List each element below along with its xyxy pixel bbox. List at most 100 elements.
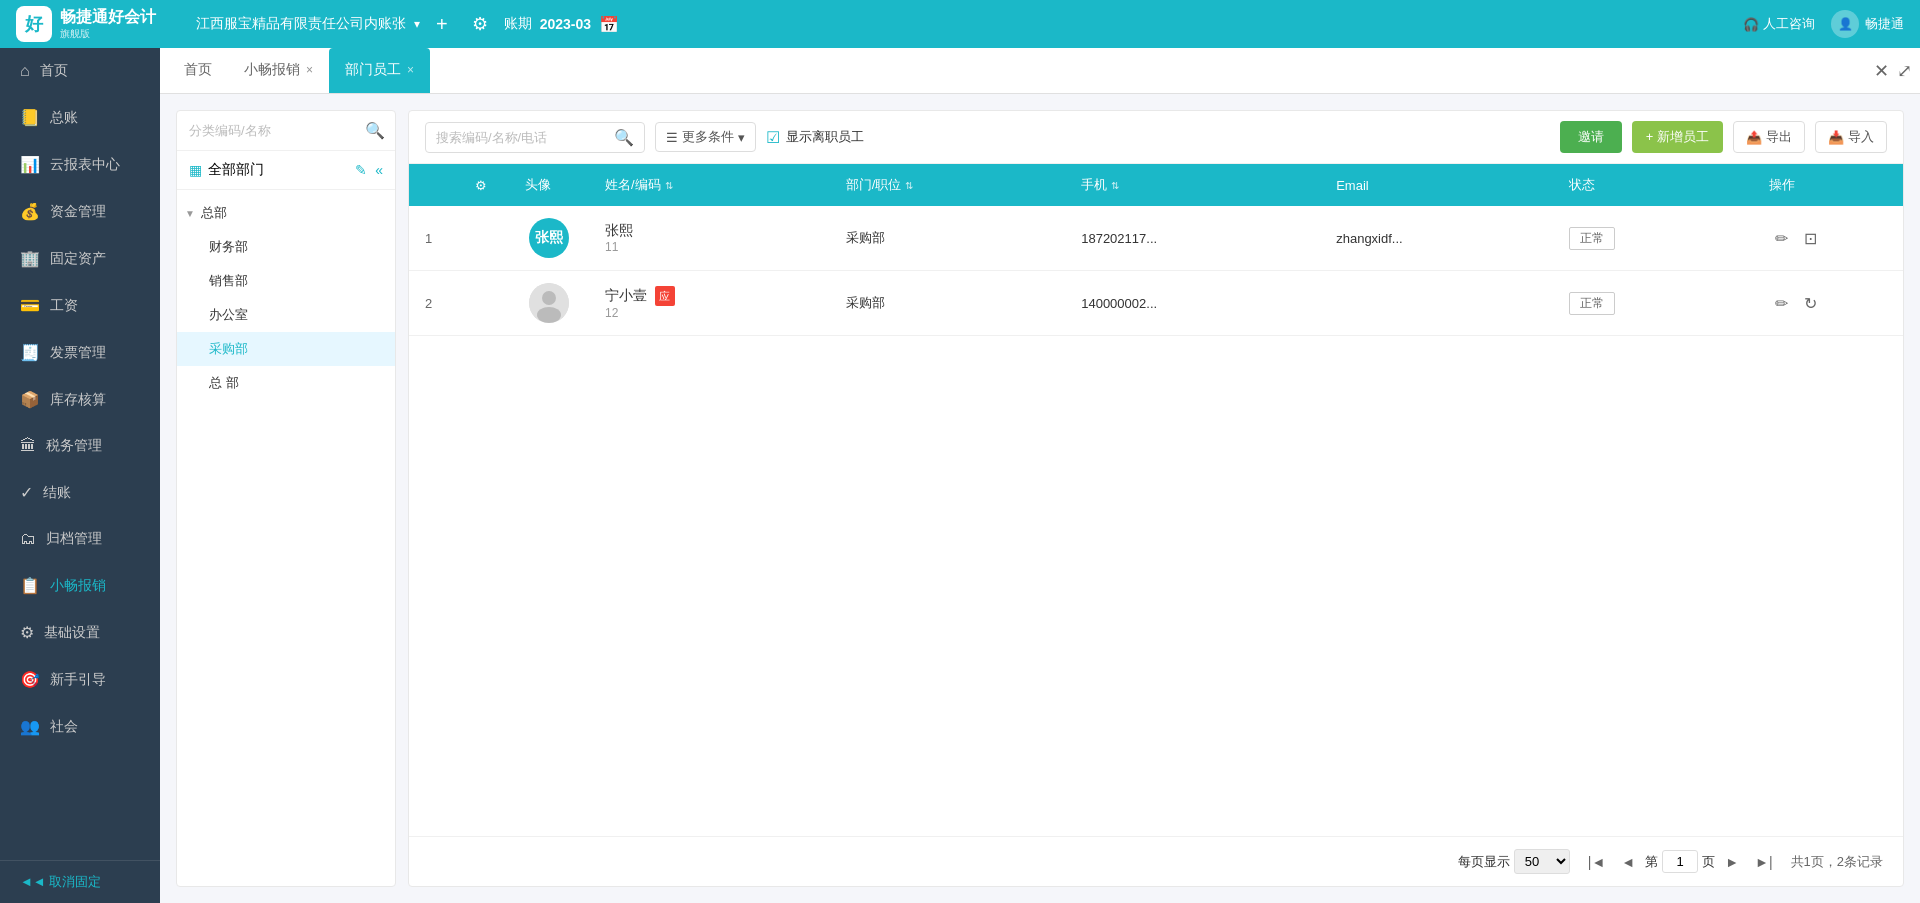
sidebar-item-close[interactable]: ✓ 结账: [0, 469, 160, 516]
dept-item-finance[interactable]: 财务部: [177, 230, 395, 264]
import-label: 导入: [1848, 128, 1874, 146]
unpin-button[interactable]: ◄◄ 取消固定: [0, 860, 160, 903]
sort-dept-icon[interactable]: ⇅: [905, 180, 913, 191]
page-input[interactable]: [1662, 850, 1698, 873]
invite-button[interactable]: 邀请: [1560, 121, 1622, 153]
tab-close-button[interactable]: ✕: [1874, 60, 1889, 82]
first-page-button[interactable]: |◄: [1582, 852, 1612, 872]
unpin-label: ◄◄ 取消固定: [20, 873, 101, 891]
employee-panel: 🔍 ☰ 更多条件 ▾ ☑ 显示离职员工 邀请 + 新增员工: [408, 110, 1904, 887]
dept-search-input[interactable]: [189, 123, 357, 138]
avatar: 张熙: [529, 218, 569, 258]
calendar-icon[interactable]: 📅: [599, 15, 619, 34]
tab-expand-button[interactable]: ⤢: [1897, 60, 1912, 82]
pagination: 每页显示 10 20 50 100 |◄ ◄ 第 页: [409, 836, 1903, 886]
filter-dropdown-icon: ▾: [738, 130, 745, 145]
prev-page-button[interactable]: ◄: [1615, 852, 1641, 872]
col-mobile: 手机⇅: [1065, 164, 1320, 206]
col-email: Email: [1320, 164, 1553, 206]
sidebar-item-ledger[interactable]: 📒 总账: [0, 94, 160, 141]
sidebar-item-settings[interactable]: ⚙ 基础设置: [0, 609, 160, 656]
next-page-button[interactable]: ►: [1719, 852, 1745, 872]
tab-expense[interactable]: 小畅报销 ×: [228, 48, 329, 93]
dept-search-icon[interactable]: 🔍: [365, 121, 385, 140]
employee-search-input[interactable]: [436, 130, 608, 145]
sidebar-item-invoice[interactable]: 🧾 发票管理: [0, 329, 160, 376]
sidebar-item-assets[interactable]: 🏢 固定资产: [0, 235, 160, 282]
company-name: 江西服宝精品有限责任公司内账张: [196, 15, 406, 33]
table-settings-icon[interactable]: ⚙: [475, 178, 487, 193]
tab-actions: ✕ ⤢: [1874, 60, 1912, 82]
svg-point-1: [542, 291, 556, 305]
page-label: 第: [1645, 853, 1658, 871]
user-area[interactable]: 👤 畅捷通: [1831, 10, 1904, 38]
tab-home[interactable]: 首页: [168, 48, 228, 93]
tab-department[interactable]: 部门员工 ×: [329, 48, 430, 93]
sidebar-item-home[interactable]: ⌂ 首页: [0, 48, 160, 94]
tab-bar: 首页 小畅报销 × 部门员工 × ✕ ⤢: [160, 48, 1920, 94]
sidebar-item-report[interactable]: 📊 云报表中心: [0, 141, 160, 188]
row-email-cell: [1320, 271, 1553, 336]
row-avatar-cell: [509, 271, 589, 336]
add-employee-button[interactable]: + 新增员工: [1632, 121, 1723, 153]
period-label: 账期: [504, 15, 532, 33]
employee-search-icon[interactable]: 🔍: [614, 128, 634, 147]
settings-button[interactable]: ⚙: [464, 13, 496, 35]
add-tab-button[interactable]: +: [428, 13, 456, 36]
last-page-button[interactable]: ►|: [1749, 852, 1779, 872]
row-action-cell: ✏ ↻: [1753, 271, 1903, 336]
dept-edit-button[interactable]: ✎: [355, 162, 367, 178]
dept-item-general[interactable]: 总 部: [177, 366, 395, 400]
employee-tag-badge: 应: [655, 286, 675, 306]
export-button[interactable]: 📤 导出: [1733, 121, 1805, 153]
col-no: [409, 164, 459, 206]
logo-icon: 好: [16, 6, 52, 42]
edit-employee-button[interactable]: ✏: [1769, 292, 1794, 315]
dept-item-sales[interactable]: 销售部: [177, 264, 395, 298]
consultant-button[interactable]: 🎧 人工咨询: [1743, 15, 1815, 33]
show-resigned-label: 显示离职员工: [786, 128, 864, 146]
sidebar-item-inventory[interactable]: 📦 库存核算: [0, 376, 160, 423]
row-settings-cell: [459, 206, 509, 271]
sidebar-item-funds[interactable]: 💰 资金管理: [0, 188, 160, 235]
logout-employee-button[interactable]: ⊡: [1798, 227, 1823, 250]
dept-item-head[interactable]: ▼ 总部: [177, 196, 395, 230]
edit-employee-button[interactable]: ✏: [1769, 227, 1794, 250]
dept-collapse-button[interactable]: «: [375, 162, 383, 178]
tab-expense-close[interactable]: ×: [306, 63, 313, 77]
sidebar-item-archive[interactable]: 🗂 归档管理: [0, 516, 160, 562]
logo-text-area: 畅捷通好会计 旗舰版: [60, 7, 156, 40]
sidebar-item-social[interactable]: 👥 社会: [0, 703, 160, 750]
export-icon: 📤: [1746, 130, 1762, 145]
avatar-cell: 张熙: [525, 218, 573, 258]
refresh-employee-button[interactable]: ↻: [1798, 292, 1823, 315]
import-button[interactable]: 📥 导入: [1815, 121, 1887, 153]
dept-name: 销售部: [209, 272, 248, 290]
col-name-code: 姓名/编码⇅: [589, 164, 830, 206]
sidebar-item-salary[interactable]: 💳 工资: [0, 282, 160, 329]
dept-item-purchase[interactable]: 采购部: [177, 332, 395, 366]
filter-button[interactable]: ☰ 更多条件 ▾: [655, 122, 756, 152]
row-number: 2: [409, 271, 459, 336]
sidebar-item-guide[interactable]: 🎯 新手引导: [0, 656, 160, 703]
dept-item-office[interactable]: 办公室: [177, 298, 395, 332]
employee-code: 12: [605, 306, 814, 320]
tab-dept-close[interactable]: ×: [407, 63, 414, 77]
col-dept-pos: 部门/职位⇅: [830, 164, 1065, 206]
show-resigned-toggle[interactable]: ☑ 显示离职员工: [766, 128, 864, 147]
invoice-icon: 🧾: [20, 343, 40, 362]
tab-expense-label: 小畅报销: [244, 61, 300, 79]
sidebar-item-label: 云报表中心: [50, 156, 120, 174]
company-dropdown-icon[interactable]: ▾: [414, 17, 420, 31]
sidebar-item-label: 总账: [50, 109, 78, 127]
app-sub: 旗舰版: [60, 27, 156, 41]
sidebar-item-expense[interactable]: 📋 小畅报销: [0, 562, 160, 609]
sort-name-icon[interactable]: ⇅: [665, 180, 673, 191]
filter-label: 更多条件: [682, 128, 734, 146]
checkbox-icon: ☑: [766, 128, 780, 147]
sidebar-item-label: 归档管理: [46, 530, 102, 548]
sidebar-item-tax[interactable]: 🏛 税务管理: [0, 423, 160, 469]
per-page-dropdown[interactable]: 10 20 50 100: [1514, 849, 1570, 874]
tab-home-label: 首页: [184, 61, 212, 79]
sort-mobile-icon[interactable]: ⇅: [1111, 180, 1119, 191]
